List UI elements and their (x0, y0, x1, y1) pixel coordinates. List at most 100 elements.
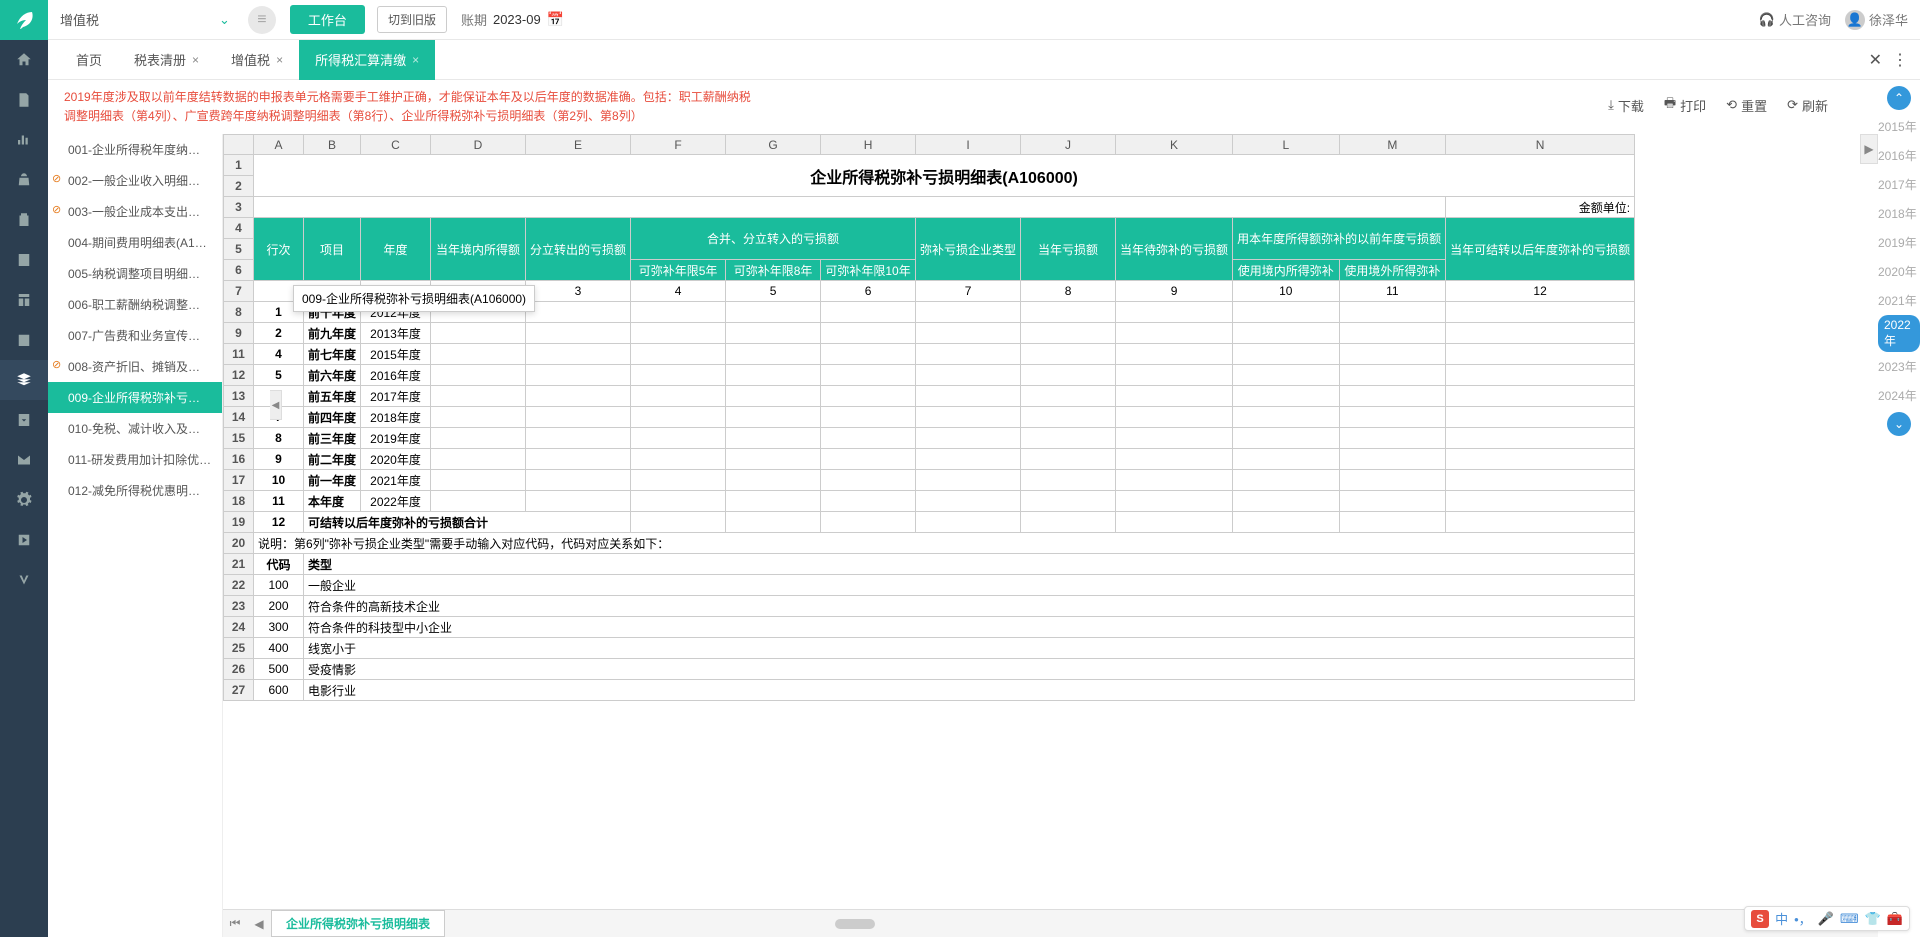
calendar-picker-icon[interactable]: 📅 (547, 11, 564, 28)
chart-icon (15, 131, 33, 149)
sheet-nav-prev[interactable]: ◀ (247, 917, 271, 931)
help-link[interactable]: 🎧 人工咨询 (1759, 10, 1831, 29)
switch-old-button[interactable]: 切到旧版 (377, 6, 447, 33)
calendar-icon (15, 331, 33, 349)
form-item-0[interactable]: 001-企业所得税年度纳税申... (48, 134, 222, 165)
chevron-down-icon: ⌄ (219, 12, 230, 28)
form-item-11[interactable]: 012-减免所得税优惠明细表(... (48, 475, 222, 506)
nav-clipboard[interactable] (0, 200, 48, 240)
bag-icon (15, 171, 33, 189)
v-icon (15, 571, 33, 589)
warn-icon: ⊘ (52, 172, 61, 185)
year-2024年[interactable]: 2024年 (1878, 381, 1920, 410)
sheet-tab[interactable]: 企业所得税弥补亏损明细表 (271, 910, 445, 937)
nav-report[interactable] (0, 240, 48, 280)
ime-lang[interactable]: 中 (1775, 909, 1788, 928)
ime-keyboard-icon[interactable]: ⌨ (1840, 911, 1859, 927)
ime-toolbar[interactable]: S 中 •， 🎤 ⌨ 👕 🧰 (1744, 906, 1910, 931)
year-2016年[interactable]: 2016年 (1878, 141, 1920, 170)
tab-0[interactable]: 首页 (60, 40, 118, 80)
tab-3[interactable]: 所得税汇算清缴× (299, 40, 435, 80)
year-scroll-up[interactable]: ⌃ (1887, 86, 1911, 110)
app-logo[interactable] (0, 0, 48, 40)
nav-tax[interactable] (0, 360, 48, 400)
year-scroll-down[interactable]: ⌄ (1887, 412, 1911, 436)
nav-home[interactable] (0, 40, 48, 80)
year-2017年[interactable]: 2017年 (1878, 170, 1920, 199)
workbench-button[interactable]: 工作台 (290, 5, 365, 34)
tab-close-icon[interactable]: × (412, 53, 419, 67)
form-item-4[interactable]: 005-纳税调整项目明细表(A1... (48, 258, 222, 289)
close-all-icon[interactable]: ✕ (1869, 50, 1882, 70)
form-tooltip: 009-企业所得税弥补亏损明细表(A106000) (293, 285, 535, 312)
ime-punct-icon[interactable]: •， (1794, 909, 1812, 928)
nav-export[interactable] (0, 400, 48, 440)
export-icon (15, 411, 33, 429)
clipboard-icon (15, 211, 33, 229)
user-menu[interactable]: 👤 徐泽华 (1845, 10, 1908, 30)
home-icon (15, 51, 33, 69)
ime-mic-icon[interactable]: 🎤 (1818, 911, 1834, 927)
tab-close-icon[interactable]: × (276, 53, 283, 67)
form-item-1[interactable]: ⊘002-一般企业收入明细表(A... (48, 165, 222, 196)
form-item-8[interactable]: 009-企业所得税弥补亏损明... (48, 382, 222, 413)
sheet-footer: ⏮ ◀ 企业所得税弥补亏损明细表 ▶ (223, 909, 1878, 937)
sheet-nav-first[interactable]: ⏮ (223, 916, 247, 931)
year-2023年[interactable]: 2023年 (1878, 352, 1920, 381)
mail-icon (15, 451, 33, 469)
collapse-sidebar-handle[interactable]: ◀ (270, 390, 282, 420)
more-tabs-icon[interactable]: ⋮ (1892, 50, 1908, 70)
nav-vip[interactable] (0, 560, 48, 600)
h-scrollbar-thumb[interactable] (835, 919, 875, 929)
nav-money[interactable] (0, 160, 48, 200)
ime-toolbox-icon[interactable]: 🧰 (1887, 911, 1903, 927)
period-label: 账期 (461, 10, 487, 29)
form-item-7[interactable]: ⊘008-资产折旧、摊销及纳税... (48, 351, 222, 382)
reset-button[interactable]: ⟲重置 (1726, 96, 1767, 115)
form-item-6[interactable]: 007-广告费和业务宣传费跨... (48, 320, 222, 351)
form-list: 001-企业所得税年度纳税申...⊘002-一般企业收入明细表(A...⊘003… (48, 134, 223, 937)
nav-template[interactable] (0, 280, 48, 320)
circle-button[interactable]: ≡ (248, 6, 276, 34)
year-2019年[interactable]: 2019年 (1878, 228, 1920, 257)
left-sidebar (0, 0, 48, 937)
nav-mail[interactable] (0, 440, 48, 480)
year-2020年[interactable]: 2020年 (1878, 257, 1920, 286)
content-toolbar: ⤓下载 🖶打印 ⟲重置 ⟳刷新 (768, 80, 1878, 116)
list-icon: ≡ (257, 11, 266, 29)
headset-icon: 🎧 (1759, 12, 1775, 28)
top-header: 增值税 ⌄ ≡ 工作台 切到旧版 账期 2023-09 📅 🎧 人工咨询 👤 徐… (48, 0, 1920, 40)
form-item-2[interactable]: ⊘003-一般企业成本支出明细... (48, 196, 222, 227)
play-icon (15, 531, 33, 549)
nav-chart[interactable] (0, 120, 48, 160)
year-2021年[interactable]: 2021年 (1878, 286, 1920, 315)
print-button[interactable]: 🖶打印 (1664, 94, 1706, 116)
ime-skin-icon[interactable]: 👕 (1865, 911, 1881, 927)
nav-video[interactable] (0, 520, 48, 560)
form-item-3[interactable]: 004-期间费用明细表(A1040... (48, 227, 222, 258)
warning-text: 2019年度涉及取以前年度结转数据的申报表单元格需要手工维护正确，才能保证本年及… (48, 80, 768, 134)
reset-icon: ⟲ (1726, 97, 1737, 113)
download-icon: ⤓ (1608, 97, 1614, 113)
module-dropdown[interactable]: 增值税 ⌄ (60, 10, 240, 29)
download-button[interactable]: ⤓下载 (1608, 96, 1644, 115)
nav-settings[interactable] (0, 480, 48, 520)
period-value[interactable]: 2023-09 (493, 12, 541, 27)
form-item-10[interactable]: 011-研发费用加计扣除优惠... (48, 444, 222, 475)
warn-icon: ⊘ (52, 358, 61, 371)
report-icon (15, 251, 33, 269)
ime-logo-icon: S (1751, 910, 1769, 928)
refresh-button[interactable]: ⟳刷新 (1787, 96, 1828, 115)
spreadsheet: ▶ ABCDEFGHIJKLMN1企业所得税弥补亏损明细表(A106000)23… (223, 134, 1878, 937)
nav-doc[interactable] (0, 80, 48, 120)
form-item-5[interactable]: 006-职工薪酬纳税调整明细... (48, 289, 222, 320)
year-2018年[interactable]: 2018年 (1878, 199, 1920, 228)
tab-1[interactable]: 税表清册× (118, 40, 215, 80)
tab-2[interactable]: 增值税× (215, 40, 299, 80)
form-item-9[interactable]: 010-免税、减计收入及加计... (48, 413, 222, 444)
year-2015年[interactable]: 2015年 (1878, 112, 1920, 141)
year-2022年[interactable]: 2022年 (1878, 315, 1920, 352)
tab-close-icon[interactable]: × (192, 53, 199, 67)
nav-calendar[interactable] (0, 320, 48, 360)
gear-icon (15, 491, 33, 509)
